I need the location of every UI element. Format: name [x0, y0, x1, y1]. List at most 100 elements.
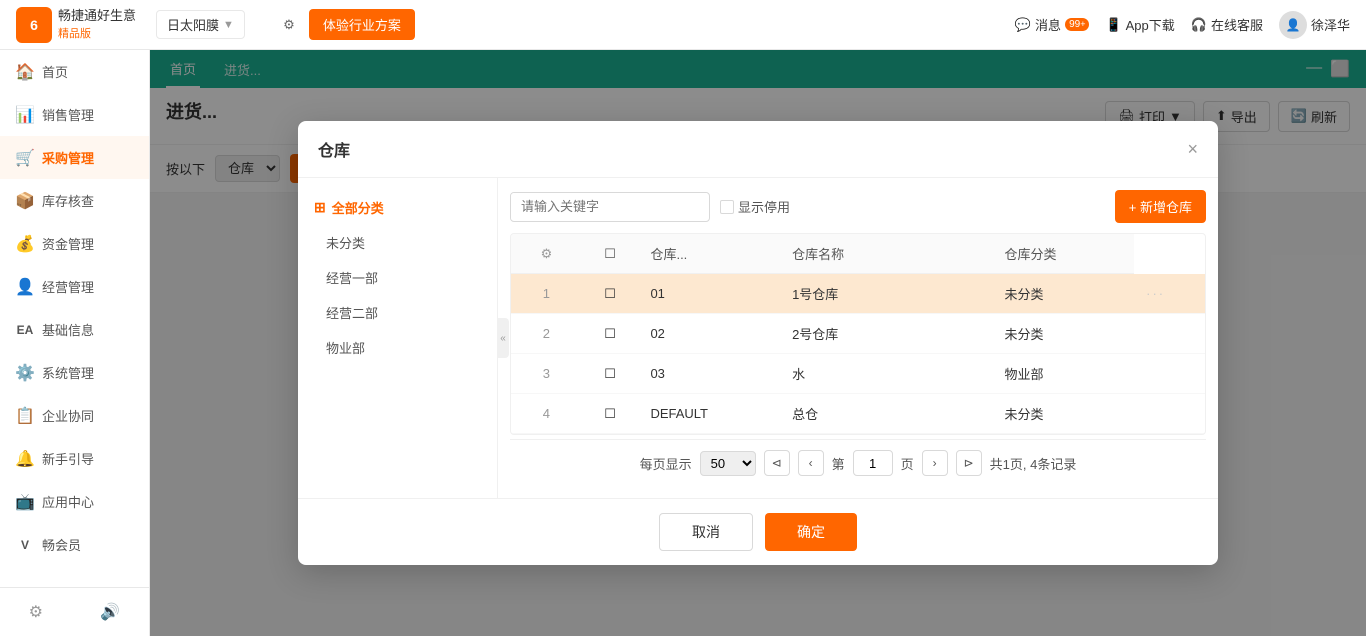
row3-category: 物业部: [993, 354, 1135, 394]
page-number-input[interactable]: [853, 450, 893, 476]
home-icon: 🏠: [16, 63, 34, 81]
category-collapse-btn[interactable]: «: [497, 318, 509, 358]
settings-icon[interactable]: ⚙: [273, 9, 305, 41]
sidebar-item-system[interactable]: ⚙️ 系统管理: [0, 351, 149, 394]
sales-icon: 📊: [16, 106, 34, 124]
modal-header: 仓库 ×: [298, 121, 1218, 178]
mobile-icon: 📱: [1105, 17, 1121, 33]
per-page-label: 每页显示: [640, 454, 692, 473]
category-all[interactable]: ⊞ 全部分类: [298, 190, 497, 225]
company-selector[interactable]: 日太阳膜 ▼: [156, 10, 245, 39]
category-item-property[interactable]: 物业部: [298, 330, 497, 365]
page-last-btn[interactable]: ⊳: [956, 450, 982, 476]
row4-code: DEFAULT: [638, 394, 780, 434]
sidebar-item-apps-label: 应用中心: [42, 492, 94, 511]
sidebar-item-purchase[interactable]: 🛒 采购管理: [0, 136, 149, 179]
row4-actions[interactable]: [1134, 394, 1205, 434]
operations-icon: 👤: [16, 278, 34, 296]
search-btn[interactable]: 🔍: [707, 193, 710, 221]
sidebar-item-inventory[interactable]: 📦 库存核查: [0, 179, 149, 222]
row1-checkbox[interactable]: ☐: [582, 274, 639, 314]
experience-btn[interactable]: 体验行业方案: [309, 9, 415, 40]
sidebar-item-system-label: 系统管理: [42, 363, 94, 382]
row3-code: 03: [638, 354, 780, 394]
th-checkbox: ☐: [582, 234, 639, 274]
page-first-btn[interactable]: ⊲: [764, 450, 790, 476]
cancel-btn[interactable]: 取消: [659, 513, 753, 551]
table-row[interactable]: 1 ☐ 01 1号仓库 未分类 ···: [511, 274, 1205, 314]
sidebar-item-inventory-label: 库存核查: [42, 191, 94, 210]
table-row[interactable]: 2 ☐ 02 2号仓库 未分类: [511, 314, 1205, 354]
topbar-nav: 日太阳膜 ▼ ⚙ 体验行业方案: [156, 9, 1015, 41]
sidebar-item-apps[interactable]: 📺 应用中心: [0, 480, 149, 523]
row1-actions[interactable]: ···: [1134, 274, 1205, 314]
th-gear: ⚙: [511, 234, 582, 274]
topbar-right: 💬 消息 99+ 📱 App下载 🎧 在线客服 👤 徐泽华: [1015, 11, 1350, 39]
category-item-ops2[interactable]: 经营二部: [298, 295, 497, 330]
row4-checkbox[interactable]: ☐: [582, 394, 639, 434]
table-row[interactable]: 4 ☐ DEFAULT 总仓 未分类: [511, 394, 1205, 434]
logo: 6 畅捷通好生意 精品版: [16, 7, 136, 43]
show-disabled-label[interactable]: 显示停用: [720, 197, 790, 216]
search-input[interactable]: [511, 193, 707, 220]
guide-icon: 🔔: [16, 450, 34, 468]
warehouse-data-table: ⚙ ☐ 仓库... 仓库名称: [511, 234, 1205, 434]
sidebar-item-enterprise-label: 企业协同: [42, 406, 94, 425]
purchase-icon: 🛒: [16, 149, 34, 167]
volume-icon[interactable]: 🔊: [94, 596, 126, 628]
row4-category: 未分类: [993, 394, 1135, 434]
sidebar-item-basicinfo[interactable]: EA 基础信息: [0, 308, 149, 351]
table-row[interactable]: 3 ☐ 03 水 物业部: [511, 354, 1205, 394]
apps-icon: 📺: [16, 493, 34, 511]
app-download-btn[interactable]: 📱 App下载: [1105, 15, 1174, 34]
row2-checkbox[interactable]: ☐: [582, 314, 639, 354]
logo-icon: 6: [16, 7, 52, 43]
add-warehouse-btn[interactable]: + 新增仓库: [1115, 190, 1206, 223]
sidebar-item-home-label: 首页: [42, 62, 68, 81]
enterprise-icon: 📋: [16, 407, 34, 425]
sidebar-item-sales-label: 销售管理: [42, 105, 94, 124]
row2-actions[interactable]: [1134, 314, 1205, 354]
logo-sub: 精品版: [58, 25, 136, 41]
app-download-label: App下载: [1126, 15, 1175, 34]
modal-overlay: 仓库 × ⊞ 全部分类 未分类 经营一部 经营二部 物业部: [150, 50, 1366, 636]
page-next-btn[interactable]: ›: [922, 450, 948, 476]
sidebar-bottom: ⚙ 🔊: [0, 587, 149, 636]
sidebar-item-home[interactable]: 🏠 首页: [0, 50, 149, 93]
messages-btn[interactable]: 💬 消息 99+: [1015, 15, 1090, 34]
row3-name: 水: [780, 354, 992, 394]
modal-close-btn[interactable]: ×: [1187, 140, 1198, 158]
sidebar-item-sales[interactable]: 📊 销售管理: [0, 93, 149, 136]
user-profile[interactable]: 👤 徐泽华: [1279, 11, 1350, 39]
headset-icon: 🎧: [1191, 17, 1207, 33]
category-item-ops1[interactable]: 经营一部: [298, 260, 497, 295]
warehouse-modal: 仓库 × ⊞ 全部分类 未分类 经营一部 经营二部 物业部: [298, 121, 1218, 565]
customer-service-btn[interactable]: 🎧 在线客服: [1191, 15, 1263, 34]
row3-seq: 3: [511, 354, 582, 394]
page-prev-btn[interactable]: ‹: [798, 450, 824, 476]
settings-bottom-icon[interactable]: ⚙: [23, 596, 49, 628]
messages-badge: 99+: [1065, 18, 1089, 31]
category-item-unclassified[interactable]: 未分类: [298, 225, 497, 260]
row3-actions[interactable]: [1134, 354, 1205, 394]
sidebar-item-operations[interactable]: 👤 经营管理: [0, 265, 149, 308]
sidebar-item-enterprise[interactable]: 📋 企业协同: [0, 394, 149, 437]
sidebar-item-guide[interactable]: 🔔 新手引导: [0, 437, 149, 480]
messages-label: 消息: [1035, 15, 1061, 34]
sidebar-item-basicinfo-label: 基础信息: [42, 320, 94, 339]
row1-category: 未分类: [993, 274, 1135, 314]
inventory-icon: 📦: [16, 192, 34, 210]
confirm-btn[interactable]: 确定: [765, 513, 857, 551]
row4-name: 总仓: [780, 394, 992, 434]
avatar: 👤: [1279, 11, 1307, 39]
modal-title: 仓库: [318, 137, 350, 161]
membership-icon: V: [16, 536, 34, 554]
sidebar-item-finance[interactable]: 💰 资金管理: [0, 222, 149, 265]
category-all-label: 全部分类: [332, 198, 384, 217]
finance-icon: 💰: [16, 235, 34, 253]
sidebar-item-membership[interactable]: V 畅会员: [0, 523, 149, 566]
customer-service-label: 在线客服: [1211, 15, 1263, 34]
row3-checkbox[interactable]: ☐: [582, 354, 639, 394]
per-page-select[interactable]: 50 20 100: [700, 451, 756, 476]
show-disabled-checkbox[interactable]: [720, 200, 734, 214]
